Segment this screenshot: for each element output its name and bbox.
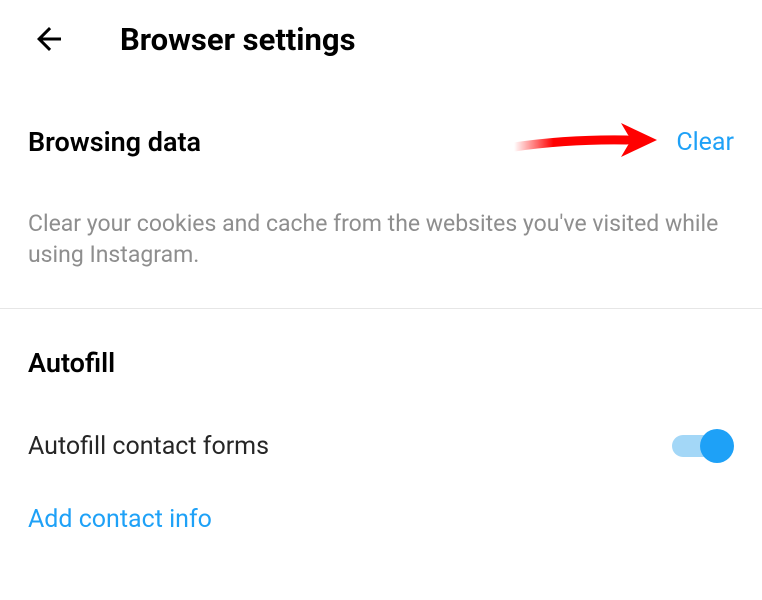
add-contact-info-link[interactable]: Add contact info (28, 505, 734, 534)
browsing-data-description: Clear your cookies and cache from the we… (28, 208, 734, 270)
page-title: Browser settings (120, 21, 356, 58)
red-arrow-icon (509, 115, 659, 165)
autofill-toggle[interactable] (672, 429, 734, 463)
toggle-thumb (700, 429, 734, 463)
section-divider (0, 308, 762, 309)
clear-button[interactable]: Clear (676, 128, 734, 157)
browsing-data-section: Browsing data Clear Clear your cookies a… (0, 126, 762, 270)
autofill-toggle-row: Autofill contact forms (28, 429, 734, 463)
annotation-arrow (509, 115, 659, 169)
header: Browser settings (0, 0, 762, 78)
back-button[interactable] (28, 18, 70, 60)
browsing-data-label: Browsing data (28, 126, 201, 158)
browsing-data-row: Browsing data Clear (28, 126, 734, 158)
autofill-toggle-label: Autofill contact forms (28, 432, 269, 461)
autofill-heading: Autofill (28, 347, 734, 379)
autofill-section: Autofill Autofill contact forms Add cont… (0, 347, 762, 534)
arrow-left-icon (31, 21, 67, 57)
